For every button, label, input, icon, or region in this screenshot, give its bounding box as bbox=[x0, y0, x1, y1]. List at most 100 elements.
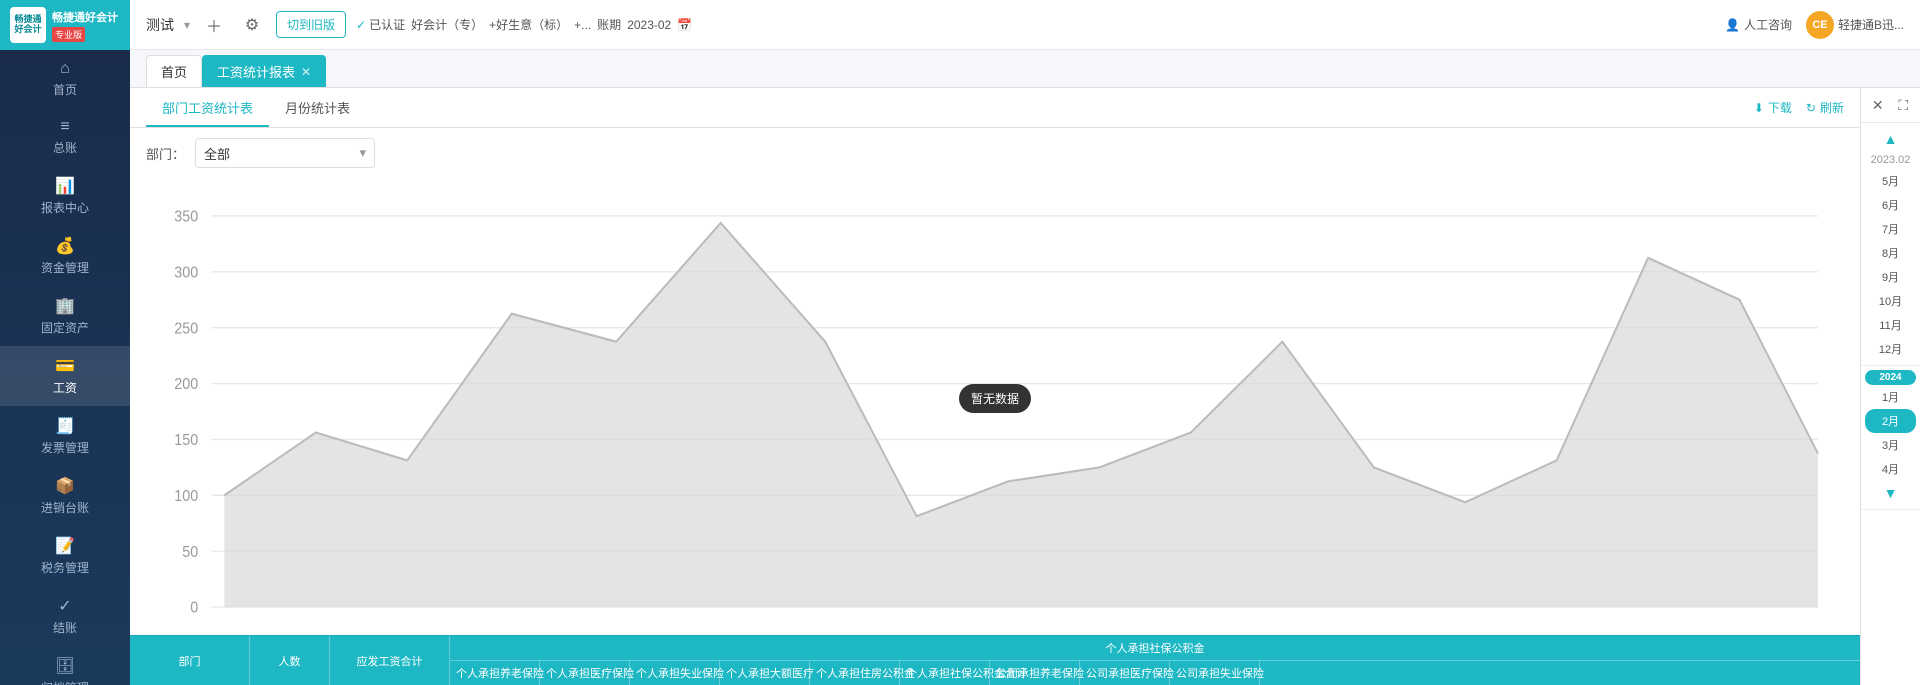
month-item[interactable]: 12月 bbox=[1861, 337, 1920, 361]
sidebar-item-assets[interactable]: 🏢 固定资产 bbox=[0, 286, 130, 346]
month-item[interactable]: 11月 bbox=[1861, 313, 1920, 337]
sidebar-item-label: 发票管理 bbox=[41, 439, 89, 456]
tag-period-value: 2023-02 bbox=[627, 18, 671, 32]
sidebar-item-archive[interactable]: 🗄 归档管理 bbox=[0, 646, 130, 685]
sidebar-item-ledger[interactable]: ≡ 总账 bbox=[0, 108, 130, 166]
download-icon: ⬇ bbox=[1754, 101, 1764, 115]
chart-area-fill bbox=[224, 223, 1818, 607]
sidebar-item-purchases[interactable]: 📦 进销台账 bbox=[0, 466, 130, 526]
months-2024: 1月 2月 3月 4月 bbox=[1861, 385, 1920, 481]
sidebar-item-invoice[interactable]: 🧾 发票管理 bbox=[0, 406, 130, 466]
tag-addon1: +好生意（标） bbox=[489, 16, 568, 33]
svg-text:150: 150 bbox=[174, 433, 198, 450]
month-item[interactable]: 7月 bbox=[1861, 217, 1920, 241]
tag-period-label: 账期 bbox=[597, 16, 621, 33]
th-department: 部门 bbox=[130, 636, 250, 685]
sidebar-item-label: 首页 bbox=[53, 81, 77, 98]
download-button[interactable]: ⬇ 下载 bbox=[1754, 99, 1792, 116]
th-group-label: 个人承担社保公积金 bbox=[450, 636, 1860, 661]
svg-text:50: 50 bbox=[182, 544, 198, 561]
sidebar-item-tax[interactable]: 📝 税务管理 bbox=[0, 526, 130, 586]
app-logo-icon: 畅捷通好会计 bbox=[10, 7, 46, 43]
sidebar-item-label: 工资 bbox=[53, 379, 77, 396]
username-label: 轻捷通B迅... bbox=[1838, 16, 1904, 33]
months-2023: 5月 6月 7月 8月 9月 10月 11月 12月 bbox=[1861, 169, 1920, 361]
refresh-button[interactable]: ↻ 刷新 bbox=[1806, 99, 1844, 116]
settings-gear-button[interactable]: ⚙ bbox=[238, 11, 266, 39]
th-social-group: 个人承担社保公积金 个人承担养老保险 个人承担医疗保险 个人承担失业保险 个人承… bbox=[450, 636, 1860, 685]
month-item[interactable]: 10月 bbox=[1861, 289, 1920, 313]
tab-home[interactable]: 首页 bbox=[146, 55, 202, 87]
table-header: 部门 人数 应发工资合计 个人承担社保公积金 个人承担养老保险 个人承担医疗保险… bbox=[130, 635, 1860, 685]
support-label: 人工咨询 bbox=[1744, 16, 1792, 33]
svg-text:300: 300 bbox=[174, 265, 198, 282]
sub-tab-monthly[interactable]: 月份统计表 bbox=[269, 90, 366, 127]
th-company-unemployed: 公司承担失业保险 bbox=[1170, 661, 1260, 685]
month-item[interactable]: 9月 bbox=[1861, 265, 1920, 289]
sidebar-item-reports[interactable]: 📊 报表中心 bbox=[0, 166, 130, 226]
home-icon: ⌂ bbox=[60, 60, 70, 78]
th-sub-headers: 个人承担养老保险 个人承担医疗保险 个人承担失业保险 个人承担大额医疗 个人承担… bbox=[450, 661, 1860, 685]
sidebar-item-label: 总账 bbox=[53, 139, 77, 156]
expand-panel-button[interactable]: ⛶ bbox=[1893, 94, 1915, 116]
funds-icon: 💰 bbox=[55, 236, 75, 256]
th-company-medical: 公司承担医疗保险 bbox=[1080, 661, 1170, 685]
avatar: CE bbox=[1806, 11, 1834, 39]
sub-tab-department[interactable]: 部门工资统计表 bbox=[146, 90, 269, 127]
sidebar-item-label: 归档管理 bbox=[41, 679, 89, 685]
sub-tab-actions: ⬇ 下载 ↻ 刷新 bbox=[1754, 99, 1844, 116]
sidebar-logo: 畅捷通好会计 畅捷通好会计 专业版 bbox=[0, 0, 130, 50]
support-icon: 👤 bbox=[1725, 18, 1740, 32]
month-item[interactable]: 8月 bbox=[1861, 241, 1920, 265]
sidebar-item-home[interactable]: ⌂ 首页 bbox=[0, 50, 130, 108]
app-name-block: 畅捷通好会计 专业版 bbox=[52, 9, 118, 42]
tab-close-icon[interactable]: ✕ bbox=[301, 65, 311, 79]
support-button[interactable]: 👤 人工咨询 bbox=[1725, 16, 1792, 33]
dropdown-arrow-icon[interactable]: ▾ bbox=[184, 18, 190, 32]
month-item-active[interactable]: 2月 bbox=[1865, 409, 1916, 433]
user-profile-button[interactable]: CE 轻捷通B迅... bbox=[1806, 11, 1904, 39]
switch-version-button[interactable]: 切到旧版 bbox=[276, 11, 346, 38]
th-total-salary: 应发工资合计 bbox=[330, 636, 450, 685]
th-personal-pension: 个人承担养老保险 bbox=[450, 661, 540, 685]
sidebar-item-funds[interactable]: 💰 资金管理 bbox=[0, 226, 130, 286]
sidebar-item-label: 结账 bbox=[53, 619, 77, 636]
month-item[interactable]: 3月 bbox=[1861, 433, 1920, 457]
department-select-value: 全部 bbox=[204, 144, 230, 163]
sub-tabs: 部门工资统计表 月份统计表 ⬇ 下载 ↻ 刷新 bbox=[130, 88, 1860, 128]
sidebar-item-checkout[interactable]: ✓ 结账 bbox=[0, 586, 130, 646]
close-panel-button[interactable]: ✕ bbox=[1867, 94, 1889, 116]
svg-text:350: 350 bbox=[174, 209, 198, 226]
sub-tab-department-label: 部门工资统计表 bbox=[162, 101, 253, 116]
tag-product: 好会计（专） bbox=[411, 16, 483, 33]
page-title: 测试 bbox=[146, 15, 174, 35]
content-area: 部门工资统计表 月份统计表 ⬇ 下载 ↻ 刷新 bbox=[130, 88, 1920, 685]
sidebar-item-label: 固定资产 bbox=[41, 319, 89, 336]
add-button[interactable]: ＋ bbox=[200, 11, 228, 39]
refresh-icon: ↻ bbox=[1806, 101, 1816, 115]
tab-salary-report[interactable]: 工资统计报表 ✕ bbox=[202, 55, 326, 87]
month-item[interactable]: 4月 bbox=[1861, 457, 1920, 481]
tab-home-label: 首页 bbox=[161, 62, 187, 81]
calendar-icon[interactable]: 📅 bbox=[677, 18, 692, 32]
tag-more: +... bbox=[574, 18, 591, 32]
sidebar-item-label: 资金管理 bbox=[41, 259, 89, 276]
month-item[interactable]: 1月 bbox=[1861, 385, 1920, 409]
department-select[interactable]: 全部 ▾ bbox=[195, 138, 375, 168]
sidebar-item-salary[interactable]: 💳 工资 bbox=[0, 346, 130, 406]
nav-down-arrow[interactable]: ▼ bbox=[1861, 481, 1920, 505]
sidebar: 畅捷通好会计 畅捷通好会计 专业版 ⌂ 首页 ≡ 总账 📊 报表中心 💰 资金管… bbox=[0, 0, 130, 685]
month-item[interactable]: 5月 bbox=[1861, 169, 1920, 193]
tag-certified: ✓ 已认证 bbox=[356, 16, 405, 33]
purchases-icon: 📦 bbox=[55, 476, 75, 496]
year-2024-section: 2024 1月 2月 3月 4月 ▼ bbox=[1861, 366, 1920, 510]
ledger-icon: ≡ bbox=[60, 118, 69, 136]
sidebar-nav: ⌂ 首页 ≡ 总账 📊 报表中心 💰 资金管理 🏢 固定资产 💳 工资 🧾 发票… bbox=[0, 50, 130, 685]
nav-up-arrow[interactable]: ▲ bbox=[1861, 127, 1920, 151]
month-item[interactable]: 6月 bbox=[1861, 193, 1920, 217]
checkout-icon: ✓ bbox=[58, 596, 71, 616]
th-count: 人数 bbox=[250, 636, 330, 685]
topbar-tags: ✓ 已认证 好会计（专） +好生意（标） +... 账期 2023-02 📅 bbox=[356, 16, 1715, 33]
th-company-pension: 公司承担养老保险 bbox=[990, 661, 1080, 685]
th-personal-housing-fund: 个人承担住房公积金 bbox=[810, 661, 900, 685]
